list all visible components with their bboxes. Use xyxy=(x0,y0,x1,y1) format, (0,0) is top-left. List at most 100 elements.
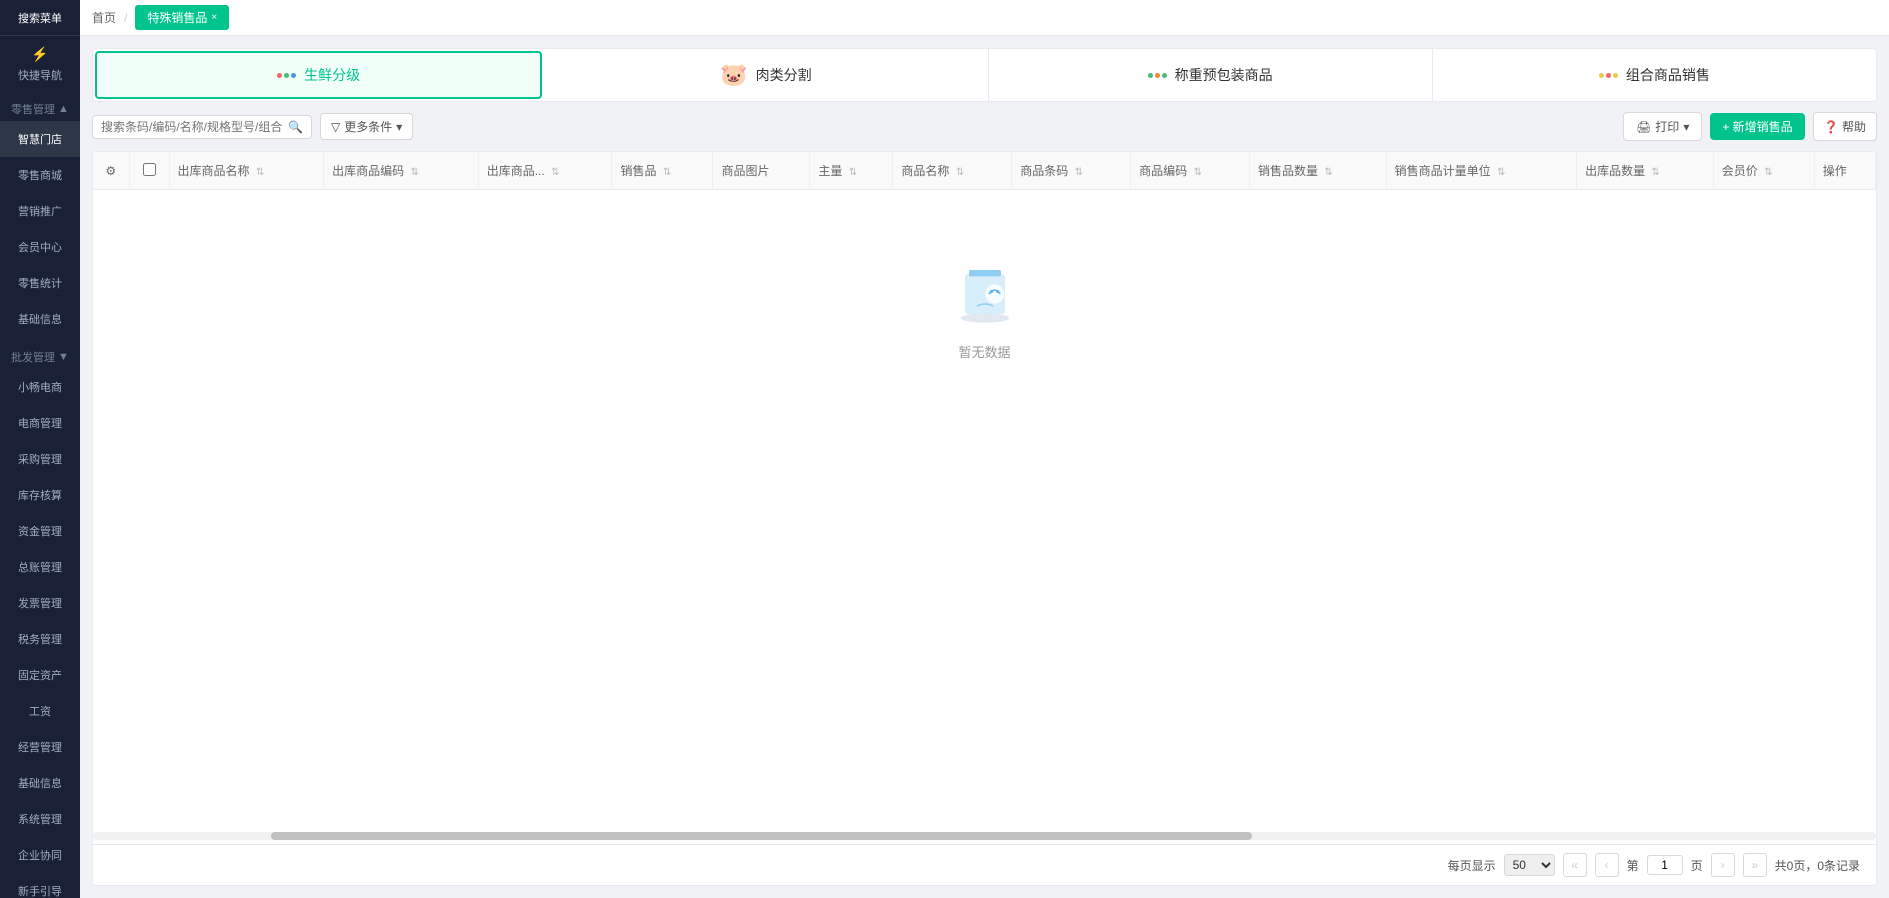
first-page-button[interactable]: « xyxy=(1563,853,1587,877)
help-icon: ❓ xyxy=(1824,120,1839,134)
tab-combo-sales[interactable]: 组合商品销售 xyxy=(1433,49,1876,101)
sort-icon: ⇅ xyxy=(551,167,559,178)
sort-icon: ⇅ xyxy=(256,167,264,178)
sort-icon: ⇅ xyxy=(663,167,671,178)
sort-icon: ⇅ xyxy=(1651,167,1659,178)
sidebar-item-retail-mgmt[interactable]: 零售管理 ▲ xyxy=(0,93,80,121)
last-page-button[interactable]: » xyxy=(1743,853,1767,877)
th-product-barcode[interactable]: 商品条码 ⇅ xyxy=(1012,152,1131,190)
sidebar-item-purchase-mgmt[interactable]: 采购管理 xyxy=(0,441,80,477)
toolbar-right: 🖨 打印 ▾ + 新增销售品 ❓ 帮助 xyxy=(1623,112,1877,141)
sidebar-item-invoice-mgmt[interactable]: 发票管理 xyxy=(0,585,80,621)
sidebar-item-inventory[interactable]: 库存核算 xyxy=(0,477,80,513)
topbar: 首页 / 特殊销售品 × xyxy=(80,0,1889,36)
search-icon: 🔍 xyxy=(288,120,303,134)
sidebar-item-tax-mgmt[interactable]: 税务管理 xyxy=(0,621,80,657)
sidebar-item-marketing[interactable]: 营销推广 xyxy=(0,193,80,229)
sidebar-item-retail-mall[interactable]: 零售商城 xyxy=(0,157,80,193)
sort-icon: ⇅ xyxy=(410,167,418,178)
search-box: 🔍 xyxy=(92,115,312,139)
sidebar-item-newbie[interactable]: 新手引导 xyxy=(0,873,80,898)
filter-button[interactable]: ▽ 更多条件 ▾ xyxy=(320,113,413,140)
sidebar-logo[interactable]: 搜索菜单 xyxy=(0,0,80,36)
sidebar-item-ecom-mgmt[interactable]: 电商管理 xyxy=(0,405,80,441)
th-product-image[interactable]: 商品图片 xyxy=(713,152,810,190)
sidebar-item-system-mgmt[interactable]: 系统管理 xyxy=(0,801,80,837)
sidebar-item-batch-mgmt[interactable]: 批发管理 ▼ xyxy=(0,341,80,369)
tab-weight-prepack-label: 称重预包装商品 xyxy=(1175,65,1273,85)
sort-icon: ⇅ xyxy=(1764,167,1772,178)
active-tab[interactable]: 特殊销售品 × xyxy=(135,5,229,30)
tab-meat-cut[interactable]: 🐷 肉类分割 xyxy=(544,49,988,101)
toolbar: 🔍 ▽ 更多条件 ▾ 🖨 打印 ▾ + 新增销售品 ❓ xyxy=(92,112,1877,141)
table-scroll[interactable]: ⚙ 出库商品名称 ⇅ 出库商品编码 ⇅ xyxy=(93,152,1876,828)
sort-icon: ⇅ xyxy=(956,167,964,178)
new-sales-button[interactable]: + 新增销售品 xyxy=(1710,113,1804,140)
sidebar-item-mini-ecom[interactable]: 小畅电商 xyxy=(0,369,80,405)
data-table: ⚙ 出库商品名称 ⇅ 出库商品编码 ⇅ xyxy=(93,152,1876,190)
sidebar-item-wages[interactable]: 工资 xyxy=(0,693,80,729)
th-sales-item[interactable]: 销售品 ⇅ xyxy=(612,152,713,190)
table-header-row: ⚙ 出库商品名称 ⇅ 出库商品编码 ⇅ xyxy=(93,152,1876,190)
th-setting[interactable]: ⚙ xyxy=(93,152,129,190)
th-out-product-code[interactable]: 出库商品编码 ⇅ xyxy=(324,152,479,190)
search-input[interactable] xyxy=(101,120,284,134)
quick-nav-icon: ⚡ xyxy=(31,46,48,63)
sidebar-item-basic-info[interactable]: 基础信息 xyxy=(0,301,80,337)
tab-fresh-grade-label: 生鲜分级 xyxy=(304,65,360,85)
select-all-checkbox[interactable] xyxy=(143,163,156,176)
horizontal-scrollbar[interactable] xyxy=(93,832,1876,840)
th-main-weight[interactable]: 主量 ⇅ xyxy=(810,152,893,190)
tab-meat-cut-label: 肉类分割 xyxy=(756,65,812,85)
th-out-product-extra[interactable]: 出库商品... ⇅ xyxy=(478,152,612,190)
fresh-grade-icon xyxy=(277,73,296,78)
tab-weight-prepack[interactable]: 称重预包装商品 xyxy=(989,49,1433,101)
th-product-code[interactable]: 商品编码 ⇅ xyxy=(1131,152,1250,190)
breadcrumb-home[interactable]: 首页 xyxy=(92,9,116,26)
sort-icon: ⇅ xyxy=(849,167,857,178)
scrollbar-thumb xyxy=(271,832,1252,840)
retail-mgmt-label: 零售管理 xyxy=(11,101,55,117)
tab-combo-sales-label: 组合商品销售 xyxy=(1626,65,1710,85)
sidebar-item-fixed-assets[interactable]: 固定资产 xyxy=(0,657,80,693)
main-content: 首页 / 特殊销售品 × 生鲜分级 🐷 肉类分割 xyxy=(80,0,1889,898)
sort-icon: ⇅ xyxy=(1497,167,1505,178)
tab-fresh-grade[interactable]: 生鲜分级 xyxy=(95,51,542,99)
page-label: 第 xyxy=(1627,857,1639,874)
th-checkbox[interactable] xyxy=(129,152,169,190)
th-sales-qty[interactable]: 销售品数量 ⇅ xyxy=(1249,152,1386,190)
sidebar-item-general-ledger[interactable]: 总账管理 xyxy=(0,549,80,585)
th-action: 操作 xyxy=(1814,152,1875,190)
next-page-button[interactable]: › xyxy=(1711,853,1735,877)
tab-close-icon[interactable]: × xyxy=(211,12,217,23)
th-product-name[interactable]: 商品名称 ⇅ xyxy=(893,152,1012,190)
sort-icon: ⇅ xyxy=(1075,167,1083,178)
total-label: 共0页，0条记录 xyxy=(1775,857,1860,874)
empty-icon xyxy=(945,250,1025,330)
combo-sales-icon xyxy=(1599,73,1618,78)
help-button[interactable]: ❓ 帮助 xyxy=(1813,112,1877,141)
th-member-price[interactable]: 会员价 ⇅ xyxy=(1713,152,1814,190)
chevron-icon-batch: ▼ xyxy=(58,351,69,363)
th-out-qty[interactable]: 出库品数量 ⇅ xyxy=(1577,152,1714,190)
print-button[interactable]: 🖨 打印 ▾ xyxy=(1623,112,1702,141)
sidebar-item-quick-nav[interactable]: ⚡ 快捷导航 xyxy=(0,36,80,93)
page-number-input[interactable] xyxy=(1647,855,1683,875)
sidebar-item-smart-store[interactable]: 智慧门店 xyxy=(0,121,80,157)
empty-text: 暂无数据 xyxy=(958,342,1010,361)
th-out-product-name[interactable]: 出库商品名称 ⇅ xyxy=(169,152,324,190)
sidebar-item-retail-stats[interactable]: 零售统计 xyxy=(0,265,80,301)
sidebar-item-basic-info2[interactable]: 基础信息 xyxy=(0,765,80,801)
prev-page-button[interactable]: ‹ xyxy=(1595,853,1619,877)
sidebar: 搜索菜单 ⚡ 快捷导航 零售管理 ▲ 智慧门店 零售商城 营销推广 会员中心 零… xyxy=(0,0,80,898)
per-page-select[interactable]: 50 10 20 100 xyxy=(1504,854,1555,876)
meat-cut-icon: 🐷 xyxy=(720,62,747,88)
th-sales-unit[interactable]: 销售商品计量单位 ⇅ xyxy=(1386,152,1576,190)
toolbar-left: 🔍 ▽ 更多条件 ▾ xyxy=(92,113,413,140)
sidebar-item-member-center[interactable]: 会员中心 xyxy=(0,229,80,265)
sidebar-item-enterprise[interactable]: 企业协同 xyxy=(0,837,80,873)
sidebar-item-finance[interactable]: 资金管理 xyxy=(0,513,80,549)
category-tabs: 生鲜分级 🐷 肉类分割 称重预包装商品 xyxy=(92,48,1877,102)
sidebar-item-ops-mgmt[interactable]: 经营管理 xyxy=(0,729,80,765)
breadcrumb-separator: / xyxy=(124,11,127,25)
